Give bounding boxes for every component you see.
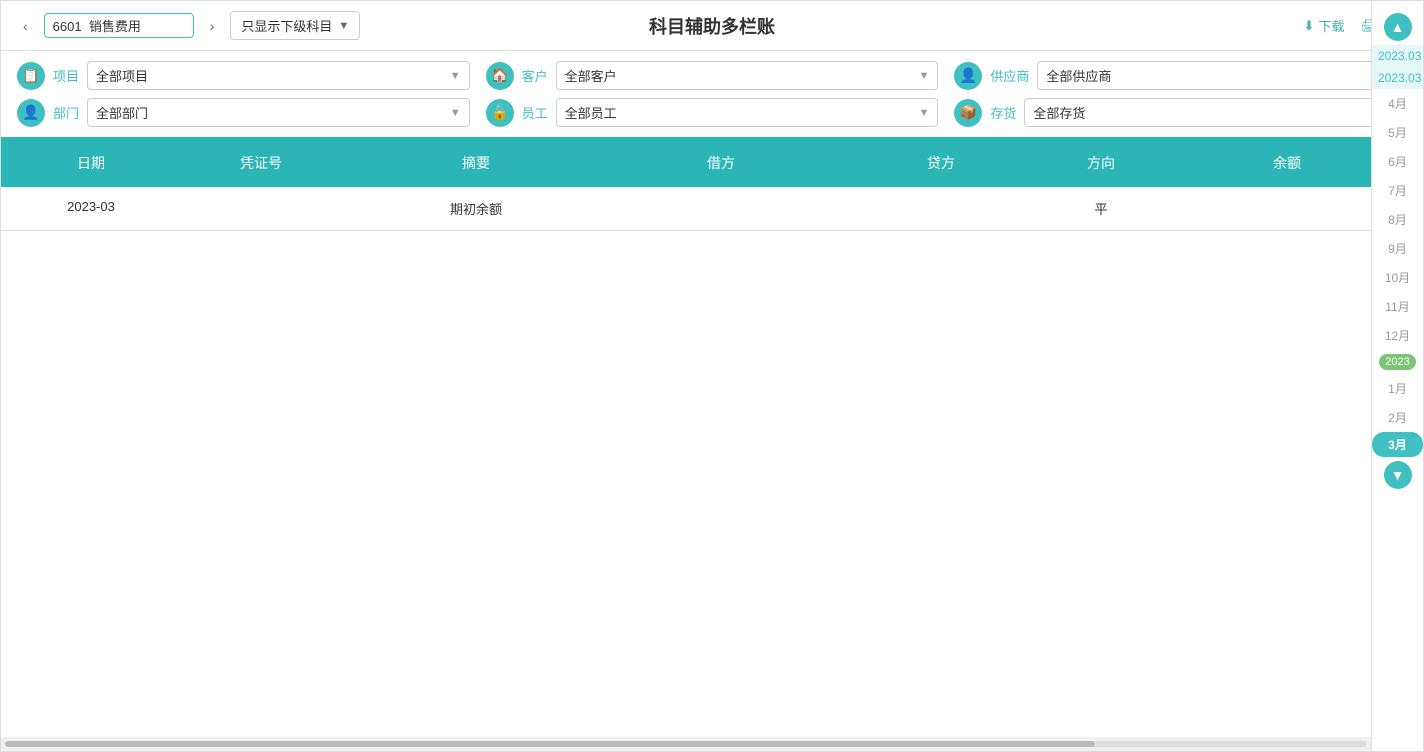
sidebar-selected-1[interactable]: 2023.03 bbox=[1372, 45, 1423, 67]
sidebar-month-9[interactable]: 9月 bbox=[1372, 234, 1423, 263]
cell-debit bbox=[611, 187, 831, 230]
main-content bbox=[1, 231, 1423, 752]
sub-toggle-label: 只显示下级科目 bbox=[241, 16, 332, 35]
department-label: 部门 bbox=[53, 103, 79, 122]
customer-value: 全部客户 bbox=[565, 66, 617, 85]
department-icon: 👤 bbox=[17, 99, 45, 127]
cell-date: 2023-03 bbox=[1, 187, 181, 230]
prev-account-btn[interactable]: ‹ bbox=[17, 16, 34, 36]
sidebar-month-4[interactable]: 4月 bbox=[1372, 89, 1423, 118]
sidebar-month-12[interactable]: 12月 bbox=[1372, 321, 1423, 350]
right-sidebar: ▲ 2023.03 2023.03 4月 5月 6月 7月 8月 9月 10月 … bbox=[1371, 1, 1423, 751]
filter-area: 📋 项目 全部项目 ▼ 🏠 客户 全部客户 ▼ 👤 供应商 全部供应商 ▼ bbox=[1, 51, 1423, 137]
project-label: 项目 bbox=[53, 66, 79, 85]
employee-icon: 🔒 bbox=[486, 99, 514, 127]
table-header: 日期 凭证号 摘要 借方 贷方 方向 余额 bbox=[1, 139, 1423, 187]
col-debit: 借方 bbox=[611, 139, 831, 187]
sidebar-month-5[interactable]: 5月 bbox=[1372, 118, 1423, 147]
project-arrow-icon: ▼ bbox=[450, 70, 461, 82]
cell-credit bbox=[831, 187, 1051, 230]
col-voucher: 凭证号 bbox=[181, 139, 341, 187]
department-arrow-icon: ▼ bbox=[450, 107, 461, 119]
filter-supplier: 👤 供应商 全部供应商 ▼ bbox=[954, 61, 1407, 90]
inventory-value: 全部存货 bbox=[1033, 103, 1085, 122]
sidebar-selected-2[interactable]: 2023.03 bbox=[1372, 67, 1423, 89]
filter-department: 👤 部门 全部部门 ▼ bbox=[17, 98, 470, 127]
account-input[interactable] bbox=[44, 13, 194, 38]
download-label: 下载 bbox=[1318, 16, 1344, 35]
filter-project: 📋 项目 全部项目 ▼ bbox=[17, 61, 470, 90]
project-icon: 📋 bbox=[17, 62, 45, 90]
filter-employee: 🔒 员工 全部员工 ▼ bbox=[486, 98, 939, 127]
down-arrow-icon: ▼ bbox=[1391, 467, 1405, 483]
table-row: 2023-03 期初余额 平 bbox=[1, 187, 1423, 231]
department-value: 全部部门 bbox=[96, 103, 148, 122]
project-value: 全部项目 bbox=[96, 66, 148, 85]
scrollbar-area[interactable] bbox=[1, 737, 1371, 751]
download-btn[interactable]: ⬇ 下载 bbox=[1304, 16, 1345, 35]
customer-icon: 🏠 bbox=[486, 62, 514, 90]
supplier-icon: 👤 bbox=[954, 62, 982, 90]
employee-value: 全部员工 bbox=[565, 103, 617, 122]
customer-label: 客户 bbox=[522, 66, 548, 85]
customer-select[interactable]: 全部客户 ▼ bbox=[556, 61, 939, 90]
inventory-icon: 📦 bbox=[954, 99, 982, 127]
inventory-select[interactable]: 全部存货 ▼ bbox=[1024, 98, 1407, 127]
year-badge: 2023 bbox=[1379, 354, 1415, 370]
sidebar-up-btn[interactable]: ▲ bbox=[1384, 13, 1412, 41]
employee-label: 员工 bbox=[522, 103, 548, 122]
sidebar-month-7[interactable]: 7月 bbox=[1372, 176, 1423, 205]
cell-direction: 平 bbox=[1051, 187, 1151, 230]
download-icon: ⬇ bbox=[1304, 18, 1315, 34]
col-summary: 摘要 bbox=[341, 139, 611, 187]
col-direction: 方向 bbox=[1051, 139, 1151, 187]
sidebar-month-3[interactable]: 3月 bbox=[1372, 432, 1423, 457]
sub-level-toggle[interactable]: 只显示下级科目 ▼ bbox=[230, 11, 360, 40]
employee-arrow-icon: ▼ bbox=[918, 107, 929, 119]
filter-inventory: 📦 存货 全部存货 ▼ bbox=[954, 98, 1407, 127]
table-area: 日期 凭证号 摘要 借方 贷方 方向 余额 2023-03 期初余额 平 bbox=[1, 137, 1423, 231]
page-title: 科目辅助多栏账 bbox=[649, 13, 775, 39]
scrollbar-track[interactable] bbox=[5, 741, 1367, 747]
inventory-label: 存货 bbox=[990, 103, 1016, 122]
top-bar: ‹ › 只显示下级科目 ▼ 科目辅助多栏账 ⬇ 下载 🖨 打印 × bbox=[1, 1, 1423, 51]
customer-arrow-icon: ▼ bbox=[918, 70, 929, 82]
supplier-select[interactable]: 全部供应商 ▼ bbox=[1037, 61, 1407, 90]
cell-voucher bbox=[181, 187, 341, 230]
supplier-label: 供应商 bbox=[990, 66, 1029, 85]
sidebar-down-btn[interactable]: ▼ bbox=[1384, 461, 1412, 489]
sidebar-month-11[interactable]: 11月 bbox=[1372, 292, 1423, 321]
filter-customer: 🏠 客户 全部客户 ▼ bbox=[486, 61, 939, 90]
sidebar-month-2[interactable]: 2月 bbox=[1372, 403, 1423, 432]
col-date: 日期 bbox=[1, 139, 181, 187]
project-select[interactable]: 全部项目 ▼ bbox=[87, 61, 470, 90]
next-account-btn[interactable]: › bbox=[204, 16, 221, 36]
chevron-down-icon: ▼ bbox=[338, 20, 349, 32]
department-select[interactable]: 全部部门 ▼ bbox=[87, 98, 470, 127]
sidebar-month-6[interactable]: 6月 bbox=[1372, 147, 1423, 176]
sidebar-month-1[interactable]: 1月 bbox=[1372, 374, 1423, 403]
main-window: ‹ › 只显示下级科目 ▼ 科目辅助多栏账 ⬇ 下载 🖨 打印 × 📋 项目 全… bbox=[0, 0, 1424, 752]
cell-summary: 期初余额 bbox=[341, 187, 611, 230]
col-credit: 贷方 bbox=[831, 139, 1051, 187]
sidebar-month-8[interactable]: 8月 bbox=[1372, 205, 1423, 234]
up-arrow-icon: ▲ bbox=[1391, 19, 1405, 35]
scrollbar-thumb[interactable] bbox=[5, 741, 1095, 747]
supplier-value: 全部供应商 bbox=[1046, 66, 1111, 85]
sidebar-month-10[interactable]: 10月 bbox=[1372, 263, 1423, 292]
employee-select[interactable]: 全部员工 ▼ bbox=[556, 98, 939, 127]
